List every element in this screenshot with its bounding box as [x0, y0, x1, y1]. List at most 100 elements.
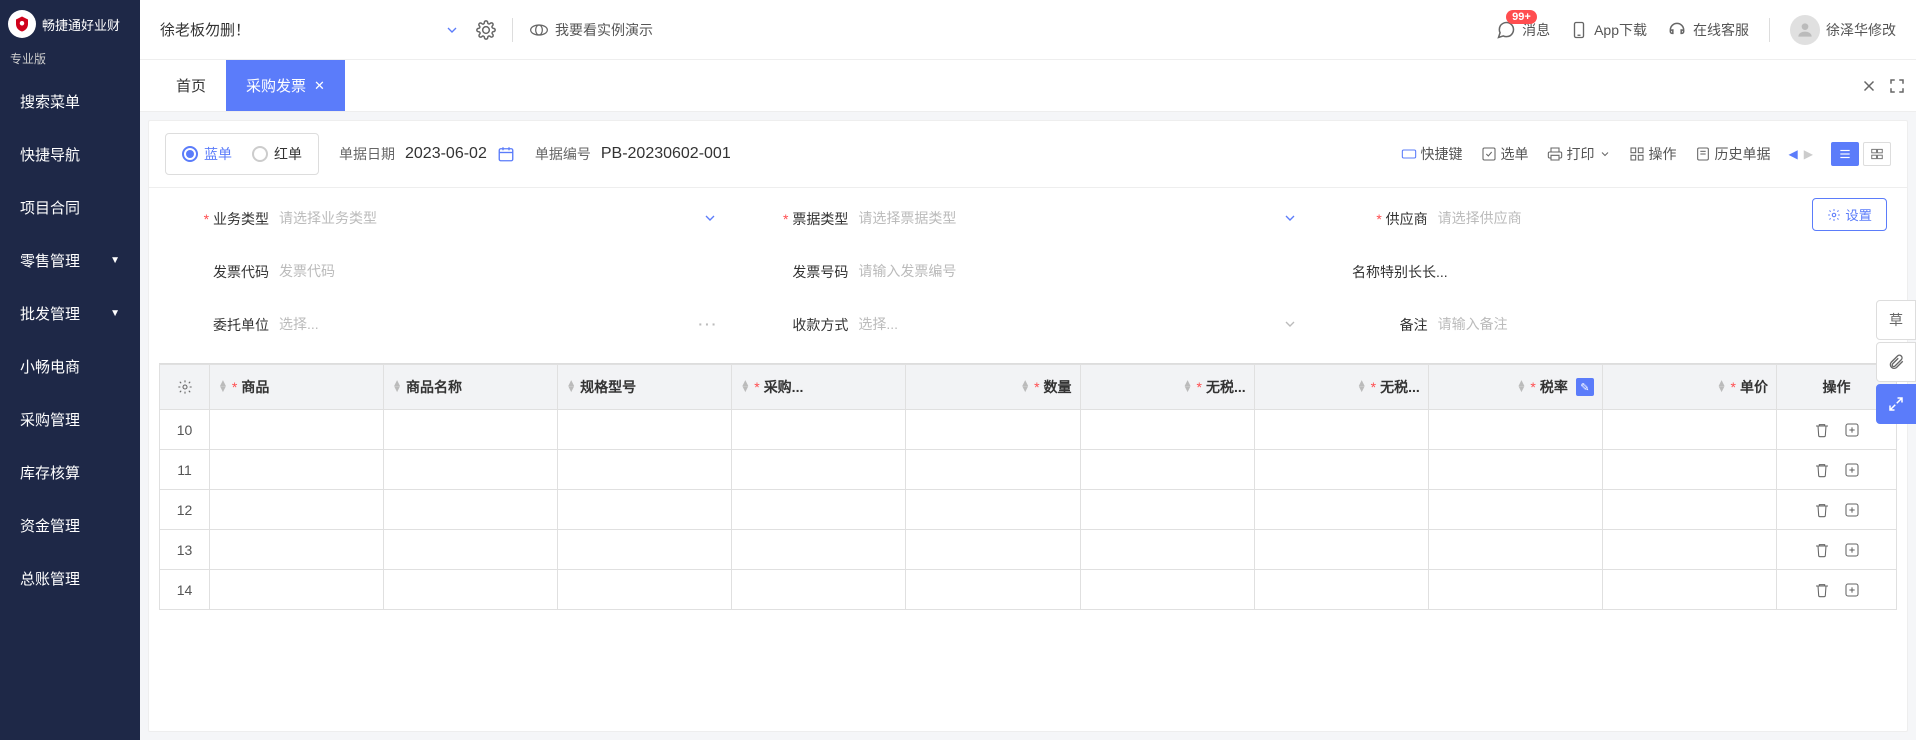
cell[interactable] — [906, 490, 1080, 530]
sidebar-item-5[interactable]: 小畅电商 — [0, 340, 140, 393]
column-notax1[interactable]: ▲▼*无税... — [1080, 365, 1254, 410]
cell[interactable] — [384, 450, 558, 490]
sidebar-item-1[interactable]: 快捷导航 — [0, 128, 140, 181]
column-settings[interactable] — [160, 365, 210, 410]
cell[interactable] — [906, 530, 1080, 570]
draft-button[interactable]: 草 — [1876, 300, 1916, 340]
cell[interactable] — [1080, 450, 1254, 490]
sidebar-item-2[interactable]: 项目合同 — [0, 181, 140, 234]
radio-red[interactable]: 红单 — [252, 144, 302, 164]
add-row-icon[interactable] — [1844, 542, 1860, 558]
cell[interactable] — [906, 450, 1080, 490]
column-notax2[interactable]: ▲▼*无税... — [1254, 365, 1428, 410]
close-icon[interactable]: ✕ — [314, 78, 325, 94]
cell[interactable] — [1428, 410, 1602, 450]
attachment-button[interactable] — [1876, 342, 1916, 382]
cell[interactable] — [1080, 570, 1254, 610]
column-spec[interactable]: ▲▼规格型号 — [558, 365, 732, 410]
cell[interactable] — [1254, 490, 1428, 530]
entrust-select[interactable]: ··· — [279, 310, 718, 339]
cell[interactable] — [1428, 530, 1602, 570]
column-unit-price[interactable]: ▲▼*单价 — [1602, 365, 1776, 410]
user-menu[interactable]: 徐泽华修改 — [1790, 15, 1896, 45]
column-qty[interactable]: ▲▼*数量 — [906, 365, 1080, 410]
long-name-input[interactable] — [1458, 263, 1877, 279]
settings-button[interactable]: 设置 — [1812, 198, 1887, 231]
cell[interactable] — [1602, 410, 1776, 450]
history-button[interactable]: 历史单据 — [1695, 144, 1771, 164]
add-row-icon[interactable] — [1844, 422, 1860, 438]
cell[interactable] — [1428, 490, 1602, 530]
table-row[interactable]: 14 — [160, 570, 1897, 610]
tab-purchase-invoice[interactable]: 采购发票 ✕ — [226, 60, 345, 111]
cell[interactable] — [1602, 490, 1776, 530]
biz-type-select[interactable] — [279, 204, 718, 233]
sidebar-item-8[interactable]: 资金管理 — [0, 499, 140, 552]
add-row-icon[interactable] — [1844, 502, 1860, 518]
cell[interactable] — [210, 490, 384, 530]
cell[interactable] — [384, 570, 558, 610]
cell[interactable] — [732, 530, 906, 570]
gear-icon[interactable] — [476, 20, 496, 40]
next-icon[interactable]: ▶ — [1804, 147, 1813, 161]
cell[interactable] — [210, 410, 384, 450]
cell[interactable] — [1254, 530, 1428, 570]
invoice-no-input[interactable] — [858, 263, 1297, 279]
cell[interactable] — [1602, 570, 1776, 610]
column-tax-rate[interactable]: ▲▼*税率✎ — [1428, 365, 1602, 410]
cell[interactable] — [1080, 530, 1254, 570]
cell[interactable] — [1080, 410, 1254, 450]
operate-button[interactable]: 操作 — [1629, 144, 1677, 164]
delete-row-icon[interactable] — [1814, 502, 1830, 518]
bill-type-input[interactable] — [858, 210, 1281, 226]
column-purchase[interactable]: ▲▼*采购... — [732, 365, 906, 410]
sidebar-item-9[interactable]: 总账管理 — [0, 552, 140, 605]
cell[interactable] — [384, 530, 558, 570]
cell[interactable] — [1254, 570, 1428, 610]
sidebar-item-7[interactable]: 库存核算 — [0, 446, 140, 499]
card-view-icon[interactable] — [1863, 142, 1891, 166]
calendar-icon[interactable] — [497, 145, 515, 163]
radio-blue[interactable]: 蓝单 — [182, 144, 232, 164]
column-product-name[interactable]: ▲▼商品名称 — [384, 365, 558, 410]
pay-method-input[interactable] — [858, 316, 1281, 332]
table-row[interactable]: 13 — [160, 530, 1897, 570]
select-doc-button[interactable]: 选单 — [1481, 144, 1529, 164]
edit-icon[interactable]: ✎ — [1576, 378, 1594, 396]
add-row-icon[interactable] — [1844, 462, 1860, 478]
sidebar-item-4[interactable]: 批发管理▼ — [0, 287, 140, 340]
cell[interactable] — [732, 570, 906, 610]
cell[interactable] — [732, 410, 906, 450]
pay-method-select[interactable] — [858, 310, 1297, 339]
sidebar-item-6[interactable]: 采购管理 — [0, 393, 140, 446]
cell[interactable] — [1254, 450, 1428, 490]
bill-type-select[interactable] — [858, 204, 1297, 233]
expand-button[interactable] — [1876, 384, 1916, 424]
table-row[interactable]: 10 — [160, 410, 1897, 450]
vendor-select[interactable]: ··· — [1438, 204, 1877, 233]
cell[interactable] — [1602, 450, 1776, 490]
cell[interactable] — [1602, 530, 1776, 570]
cell[interactable] — [384, 490, 558, 530]
close-all-icon[interactable] — [1860, 77, 1878, 95]
cell[interactable] — [210, 450, 384, 490]
table-row[interactable]: 11 — [160, 450, 1897, 490]
download-button[interactable]: App下载 — [1570, 20, 1647, 40]
cell[interactable] — [1428, 450, 1602, 490]
cell[interactable] — [210, 570, 384, 610]
entrust-input[interactable] — [279, 316, 698, 332]
vendor-input[interactable] — [1438, 210, 1857, 226]
delete-row-icon[interactable] — [1814, 462, 1830, 478]
print-button[interactable]: 打印 — [1547, 144, 1611, 164]
shortcut-button[interactable]: 快捷键 — [1401, 144, 1463, 164]
delete-row-icon[interactable] — [1814, 582, 1830, 598]
table-row[interactable]: 12 — [160, 490, 1897, 530]
cell[interactable] — [1254, 410, 1428, 450]
cell[interactable] — [558, 450, 732, 490]
cell[interactable] — [384, 410, 558, 450]
sidebar-item-3[interactable]: 零售管理▼ — [0, 234, 140, 287]
ellipsis-icon[interactable]: ··· — [698, 316, 718, 332]
cell[interactable] — [906, 570, 1080, 610]
support-button[interactable]: 在线客服 — [1667, 20, 1749, 40]
invoice-code-input[interactable] — [279, 263, 718, 279]
